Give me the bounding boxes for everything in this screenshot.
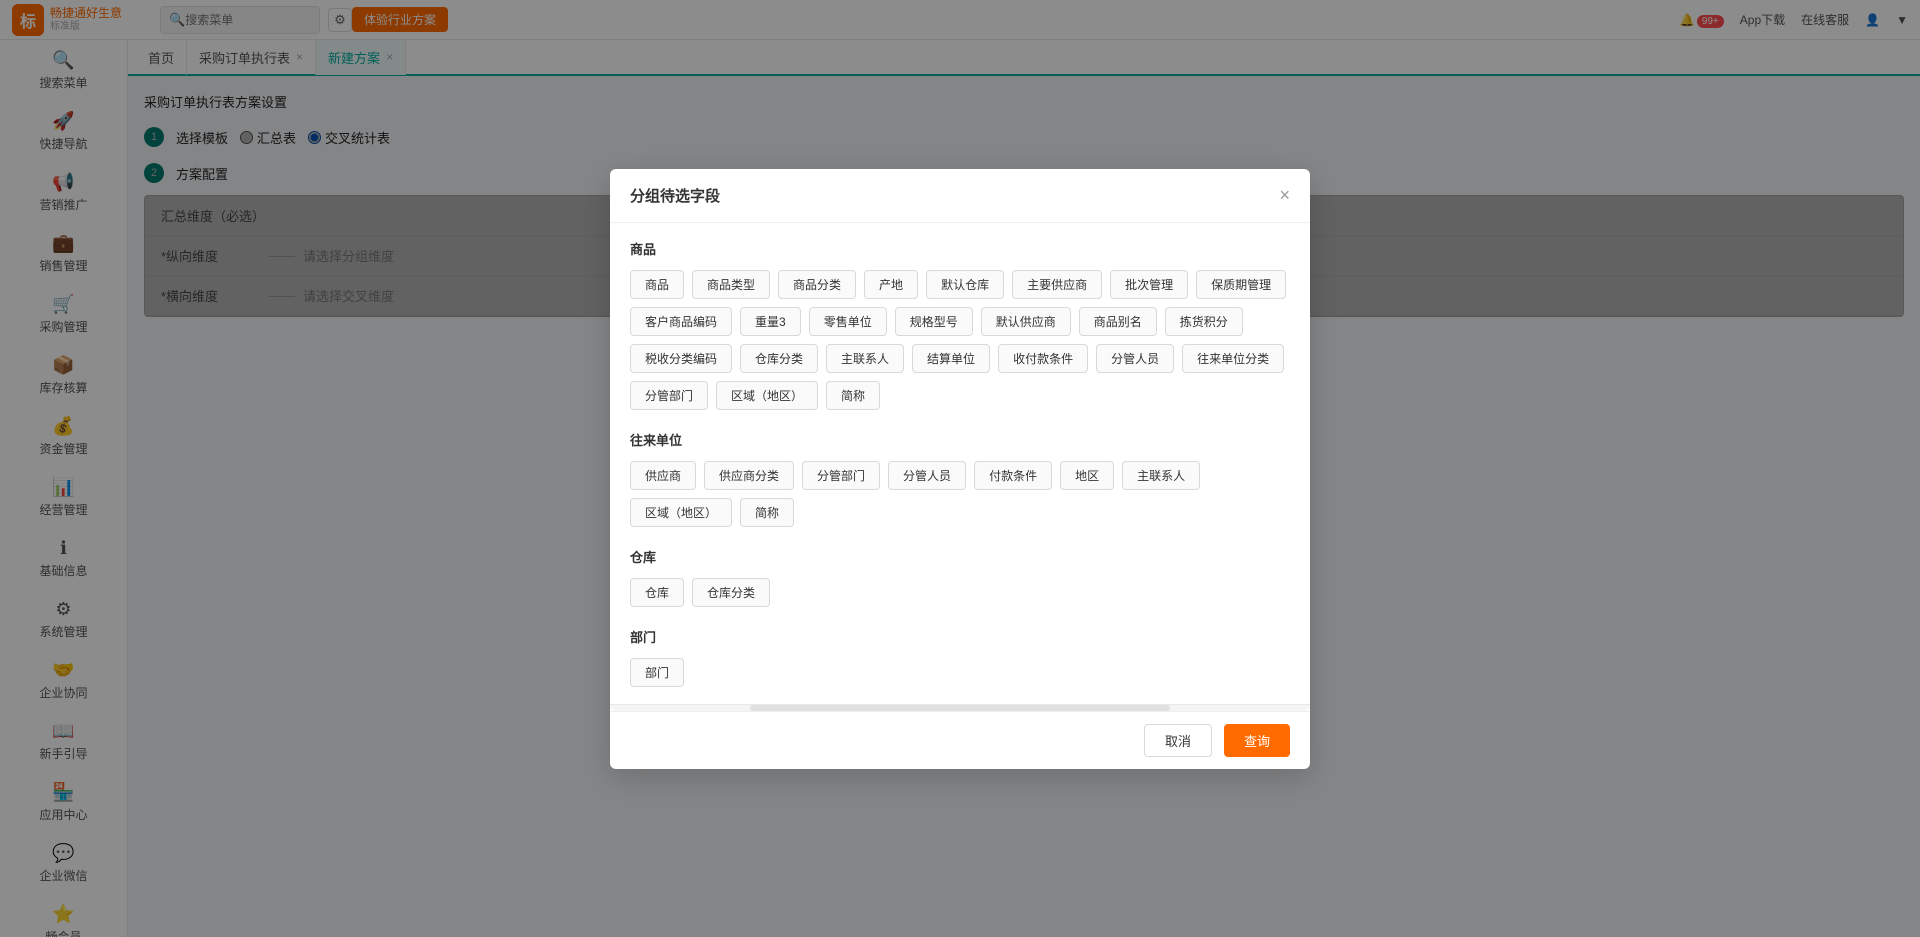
field-tag-0-0[interactable]: 商品 (630, 270, 684, 299)
field-tag-0-4[interactable]: 默认仓库 (926, 270, 1004, 299)
modal-body: 商品商品商品类型商品分类产地默认仓库主要供应商批次管理保质期管理客户商品编码重量… (610, 223, 1310, 705)
field-tags-3: 部门 (630, 658, 1290, 687)
field-tag-0-8[interactable]: 客户商品编码 (630, 307, 732, 336)
modal-title: 分组待选字段 (630, 185, 720, 206)
field-tag-0-7[interactable]: 保质期管理 (1196, 270, 1286, 299)
field-group-title-1: 往来单位 (630, 430, 1290, 449)
modal-scrollbar-track (750, 705, 1170, 710)
field-tag-2-1[interactable]: 仓库分类 (692, 578, 770, 607)
field-tag-0-2[interactable]: 商品分类 (778, 270, 856, 299)
field-tag-1-5[interactable]: 地区 (1060, 461, 1114, 490)
field-tag-0-15[interactable]: 税收分类编码 (630, 344, 732, 373)
field-tag-0-5[interactable]: 主要供应商 (1012, 270, 1102, 299)
field-tag-2-0[interactable]: 仓库 (630, 578, 684, 607)
field-tag-1-2[interactable]: 分管部门 (802, 461, 880, 490)
field-tag-0-24[interactable]: 简称 (826, 381, 880, 410)
modal: 分组待选字段 × 商品商品商品类型商品分类产地默认仓库主要供应商批次管理保质期管… (610, 169, 1310, 769)
field-tag-0-23[interactable]: 区域（地区） (716, 381, 818, 410)
modal-overlay: 分组待选字段 × 商品商品商品类型商品分类产地默认仓库主要供应商批次管理保质期管… (0, 0, 1920, 937)
field-tag-0-22[interactable]: 分管部门 (630, 381, 708, 410)
field-tag-1-3[interactable]: 分管人员 (888, 461, 966, 490)
field-tag-1-8[interactable]: 简称 (740, 498, 794, 527)
field-tag-1-1[interactable]: 供应商分类 (704, 461, 794, 490)
field-tag-1-7[interactable]: 区域（地区） (630, 498, 732, 527)
field-tag-0-20[interactable]: 分管人员 (1096, 344, 1174, 373)
field-tag-0-18[interactable]: 结算单位 (912, 344, 990, 373)
field-group-3: 部门部门 (630, 627, 1290, 687)
field-tag-0-11[interactable]: 规格型号 (895, 307, 973, 336)
field-tag-0-21[interactable]: 往来单位分类 (1182, 344, 1284, 373)
field-tag-0-12[interactable]: 默认供应商 (981, 307, 1071, 336)
field-group-1: 往来单位供应商供应商分类分管部门分管人员付款条件地区主联系人区域（地区） 简称 (630, 430, 1290, 527)
modal-close-button[interactable]: × (1279, 185, 1290, 206)
field-group-title-2: 仓库 (630, 547, 1290, 566)
field-tags-2: 仓库仓库分类 (630, 578, 1290, 607)
field-tag-1-4[interactable]: 付款条件 (974, 461, 1052, 490)
field-group-0: 商品商品商品类型商品分类产地默认仓库主要供应商批次管理保质期管理客户商品编码重量… (630, 239, 1290, 410)
field-group-2: 仓库仓库仓库分类 (630, 547, 1290, 607)
modal-header: 分组待选字段 × (610, 169, 1310, 223)
field-tag-0-16[interactable]: 仓库分类 (740, 344, 818, 373)
field-tag-3-0[interactable]: 部门 (630, 658, 684, 687)
field-tag-0-13[interactable]: 商品别名 (1079, 307, 1157, 336)
field-group-title-3: 部门 (630, 627, 1290, 646)
field-tags-1: 供应商供应商分类分管部门分管人员付款条件地区主联系人区域（地区） 简称 (630, 461, 1290, 527)
field-group-title-0: 商品 (630, 239, 1290, 258)
field-tag-0-3[interactable]: 产地 (864, 270, 918, 299)
cancel-button[interactable]: 取消 (1144, 724, 1212, 757)
modal-scrollbar[interactable] (610, 704, 1310, 710)
field-tag-0-9[interactable]: 重量3 (740, 307, 801, 336)
field-tag-0-6[interactable]: 批次管理 (1110, 270, 1188, 299)
field-tag-0-19[interactable]: 收付款条件 (998, 344, 1088, 373)
field-tag-0-10[interactable]: 零售单位 (809, 307, 887, 336)
field-tag-0-1[interactable]: 商品类型 (692, 270, 770, 299)
field-tag-0-14[interactable]: 拣货积分 (1165, 307, 1243, 336)
field-tag-1-6[interactable]: 主联系人 (1122, 461, 1200, 490)
modal-footer: 取消 查询 (610, 711, 1310, 769)
field-tags-0: 商品商品类型商品分类产地默认仓库主要供应商批次管理保质期管理客户商品编码重量3 零… (630, 270, 1290, 410)
field-tag-0-17[interactable]: 主联系人 (826, 344, 904, 373)
field-tag-1-0[interactable]: 供应商 (630, 461, 696, 490)
confirm-button[interactable]: 查询 (1224, 724, 1290, 757)
